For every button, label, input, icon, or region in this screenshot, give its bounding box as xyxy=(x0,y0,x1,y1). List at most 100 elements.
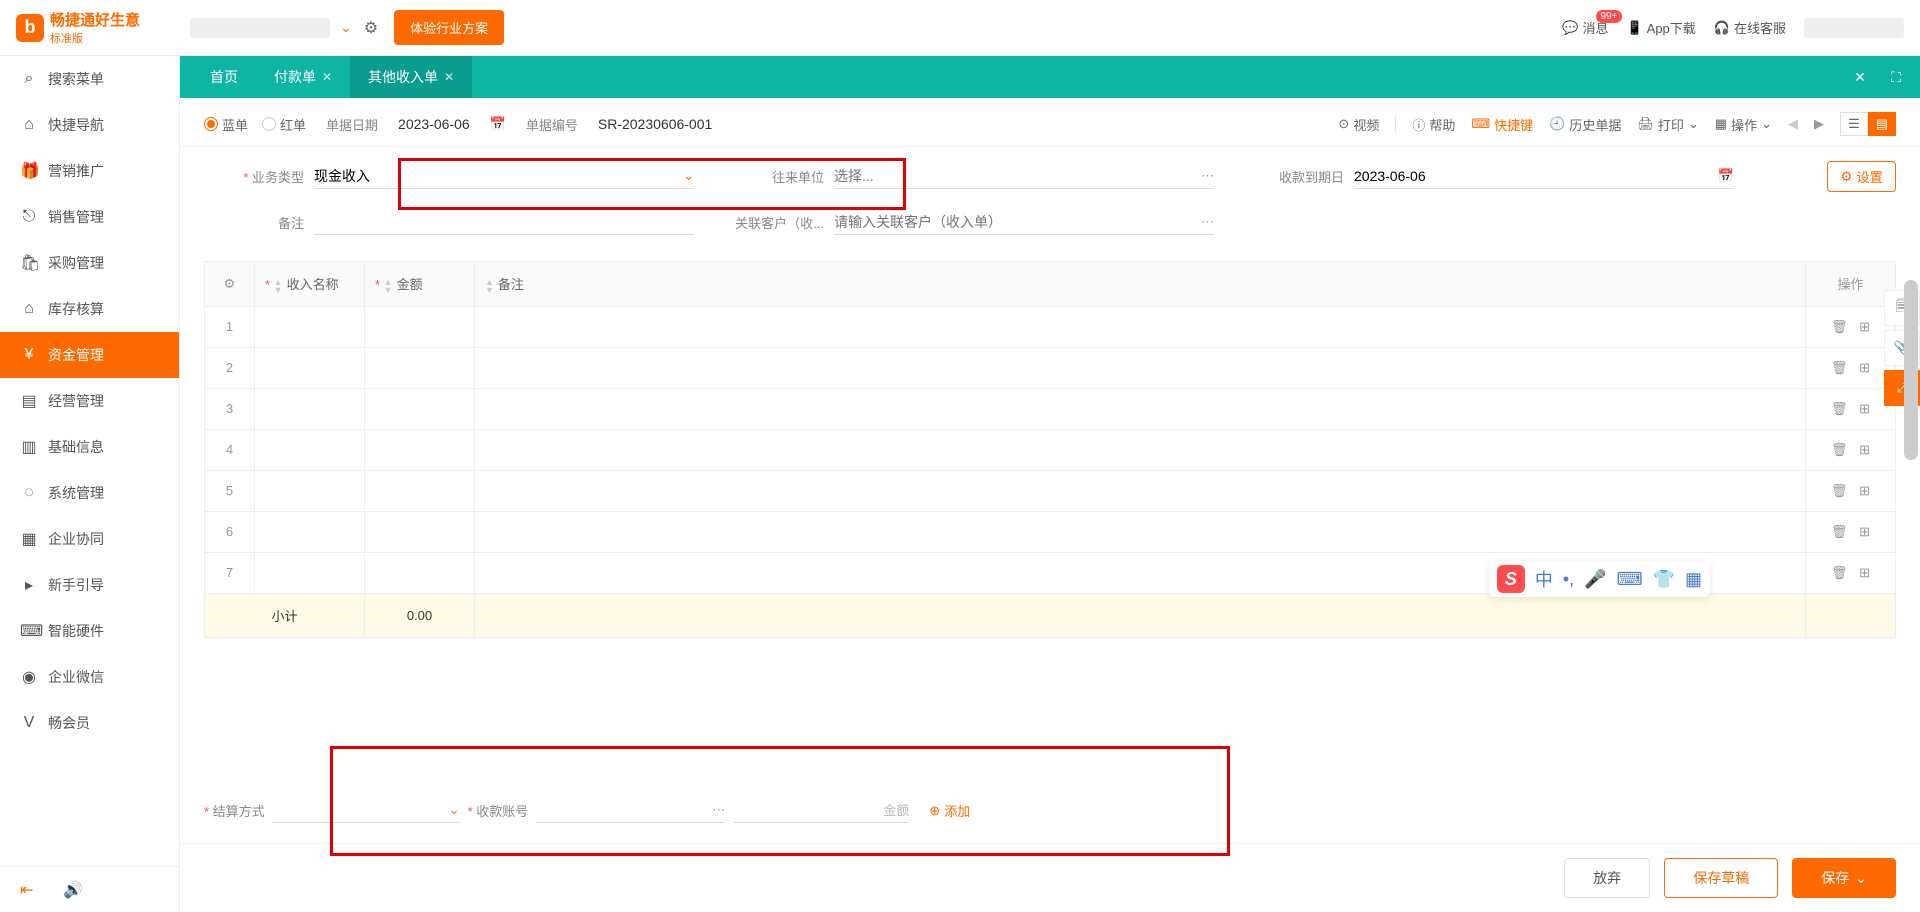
income-name-cell[interactable] xyxy=(255,347,365,388)
amount-cell[interactable] xyxy=(365,429,475,470)
amount-cell[interactable] xyxy=(365,470,475,511)
table-row[interactable]: 5 🗑 ⊞ xyxy=(205,470,1896,511)
delete-icon[interactable]: 🗑 xyxy=(1831,442,1848,457)
sidebar-item-9[interactable]: ◌系统管理 xyxy=(0,470,179,516)
print-button[interactable]: 🖨打印⌄ xyxy=(1637,115,1698,134)
amount-cell[interactable] xyxy=(365,552,475,593)
copy-icon[interactable]: ⊞ xyxy=(1859,524,1870,539)
sidebar-item-13[interactable]: ◉企业微信 xyxy=(0,654,179,700)
more-icon[interactable]: ⋯ xyxy=(1201,168,1214,184)
income-name-cell[interactable] xyxy=(255,511,365,552)
operate-button[interactable]: ▦操作⌄ xyxy=(1715,115,1772,134)
table-row[interactable]: 2 🗑 ⊞ xyxy=(205,347,1896,388)
add-settlement-button[interactable]: ⊕ 添加 xyxy=(929,801,970,820)
radio-blue[interactable]: 蓝单 xyxy=(204,115,248,134)
help-button[interactable]: ⓘ帮助 xyxy=(1412,115,1455,134)
remark-cell[interactable] xyxy=(475,306,1806,347)
tab-expand-button[interactable]: ⛶ xyxy=(1882,63,1910,91)
close-icon[interactable]: ✕ xyxy=(322,70,332,84)
sidebar-item-8[interactable]: ▥基础信息 xyxy=(0,424,179,470)
save-button[interactable]: 保存⌄ xyxy=(1792,858,1896,898)
gear-icon[interactable]: ⚙ xyxy=(364,18,378,38)
user-placeholder[interactable] xyxy=(1804,18,1904,38)
collapse-icon[interactable]: ⇤ xyxy=(20,880,33,900)
sidebar-item-1[interactable]: ⌂快捷导航 xyxy=(0,102,179,148)
settle-amount-input[interactable] xyxy=(733,803,909,818)
sound-icon[interactable]: 🔊 xyxy=(63,880,83,900)
remark-field[interactable] xyxy=(314,210,694,235)
settings-button[interactable]: ⚙设置 xyxy=(1827,161,1896,192)
amount-cell[interactable] xyxy=(365,511,475,552)
history-button[interactable]: 🕘历史单据 xyxy=(1549,115,1621,134)
sidebar-item-12[interactable]: ⌨智能硬件 xyxy=(0,608,179,654)
amount-cell[interactable] xyxy=(365,306,475,347)
ime-skin-icon[interactable]: 👕 xyxy=(1653,569,1675,590)
remark-input[interactable] xyxy=(314,214,694,230)
ime-mode[interactable]: 中 xyxy=(1535,566,1553,592)
calendar-icon[interactable]: 📅 xyxy=(490,116,506,132)
counterparty-input[interactable] xyxy=(834,168,1201,184)
sidebar-item-5[interactable]: ⌂库存核算 xyxy=(0,286,179,332)
list-view-button[interactable]: ☰ xyxy=(1840,112,1868,136)
remark-cell[interactable] xyxy=(475,388,1806,429)
copy-icon[interactable]: ⊞ xyxy=(1859,483,1870,498)
sidebar-item-7[interactable]: ▤经营管理 xyxy=(0,378,179,424)
settle-account-select[interactable]: ⋯ xyxy=(536,798,725,823)
tab-2[interactable]: 其他收入单✕ xyxy=(350,56,472,98)
link-customer-field[interactable]: ⋯ xyxy=(834,210,1214,235)
sidebar-item-2[interactable]: 🎁营销推广 xyxy=(0,148,179,194)
due-date-field[interactable]: 📅 xyxy=(1354,164,1734,189)
chevron-down-icon[interactable]: ⌄ xyxy=(683,168,694,184)
table-row[interactable]: 4 🗑 ⊞ xyxy=(205,429,1896,470)
sidebar-item-10[interactable]: ▦企业协同 xyxy=(0,516,179,562)
sidebar-item-6[interactable]: ¥资金管理 xyxy=(0,332,179,378)
amount-cell[interactable] xyxy=(365,388,475,429)
prev-button[interactable]: ◀ xyxy=(1788,116,1798,132)
gear-column-header[interactable]: ⚙ xyxy=(205,262,255,307)
sidebar-item-0[interactable]: ⌕搜索菜单 xyxy=(0,56,179,102)
copy-icon[interactable]: ⊞ xyxy=(1859,565,1870,580)
try-industry-button[interactable]: 体验行业方案 xyxy=(394,10,504,45)
online-service-button[interactable]: 🎧 在线客服 xyxy=(1714,18,1786,37)
amount-header[interactable]: ▲▼金额 xyxy=(365,262,475,307)
discard-button[interactable]: 放弃 xyxy=(1564,858,1650,898)
biz-type-select[interactable]: ⌄ xyxy=(314,164,694,189)
delete-icon[interactable]: 🗑 xyxy=(1831,565,1848,580)
ime-menu-icon[interactable]: ▦ xyxy=(1685,569,1702,590)
sidebar-item-14[interactable]: V畅会员 xyxy=(0,700,179,746)
tab-1[interactable]: 付款单✕ xyxy=(256,56,350,98)
copy-icon[interactable]: ⊞ xyxy=(1859,360,1870,375)
table-row[interactable]: 1 🗑 ⊞ xyxy=(205,306,1896,347)
shortcut-button[interactable]: ⌨快捷键 xyxy=(1471,115,1533,134)
income-name-cell[interactable] xyxy=(255,429,365,470)
video-button[interactable]: ⊙视频 xyxy=(1338,115,1379,134)
card-view-button[interactable]: ▤ xyxy=(1868,112,1896,136)
delete-icon[interactable]: 🗑 xyxy=(1831,319,1848,334)
ime-keyboard-icon[interactable]: ⌨ xyxy=(1617,569,1643,590)
biz-type-input[interactable] xyxy=(314,168,683,184)
tab-0[interactable]: 首页 xyxy=(192,56,256,98)
next-button[interactable]: ▶ xyxy=(1814,116,1824,132)
income-name-cell[interactable] xyxy=(255,470,365,511)
calendar-icon[interactable]: 📅 xyxy=(1718,168,1734,184)
sidebar-item-3[interactable]: ⎋销售管理 xyxy=(0,194,179,240)
sidebar-item-4[interactable]: 🛍采购管理 xyxy=(0,240,179,286)
sidebar-item-11[interactable]: ▸新手引导 xyxy=(0,562,179,608)
remark-cell[interactable] xyxy=(475,347,1806,388)
ime-dot-icon[interactable]: •, xyxy=(1563,569,1574,590)
tab-close-button[interactable]: ✕ xyxy=(1846,63,1874,91)
income-name-cell[interactable] xyxy=(255,388,365,429)
close-icon[interactable]: ✕ xyxy=(444,70,454,84)
income-name-cell[interactable] xyxy=(255,306,365,347)
save-draft-button[interactable]: 保存草稿 xyxy=(1664,858,1778,898)
table-row[interactable]: 6 🗑 ⊞ xyxy=(205,511,1896,552)
copy-icon[interactable]: ⊞ xyxy=(1859,442,1870,457)
chevron-down-icon[interactable]: ⌄ xyxy=(449,802,460,818)
settle-method-input[interactable] xyxy=(273,803,449,818)
remark-cell[interactable] xyxy=(475,429,1806,470)
chevron-down-icon[interactable]: ⌄ xyxy=(340,19,352,36)
ime-mic-icon[interactable]: 🎤 xyxy=(1584,569,1606,590)
delete-icon[interactable]: 🗑 xyxy=(1831,483,1848,498)
amount-cell[interactable] xyxy=(365,347,475,388)
delete-icon[interactable]: 🗑 xyxy=(1831,401,1848,416)
